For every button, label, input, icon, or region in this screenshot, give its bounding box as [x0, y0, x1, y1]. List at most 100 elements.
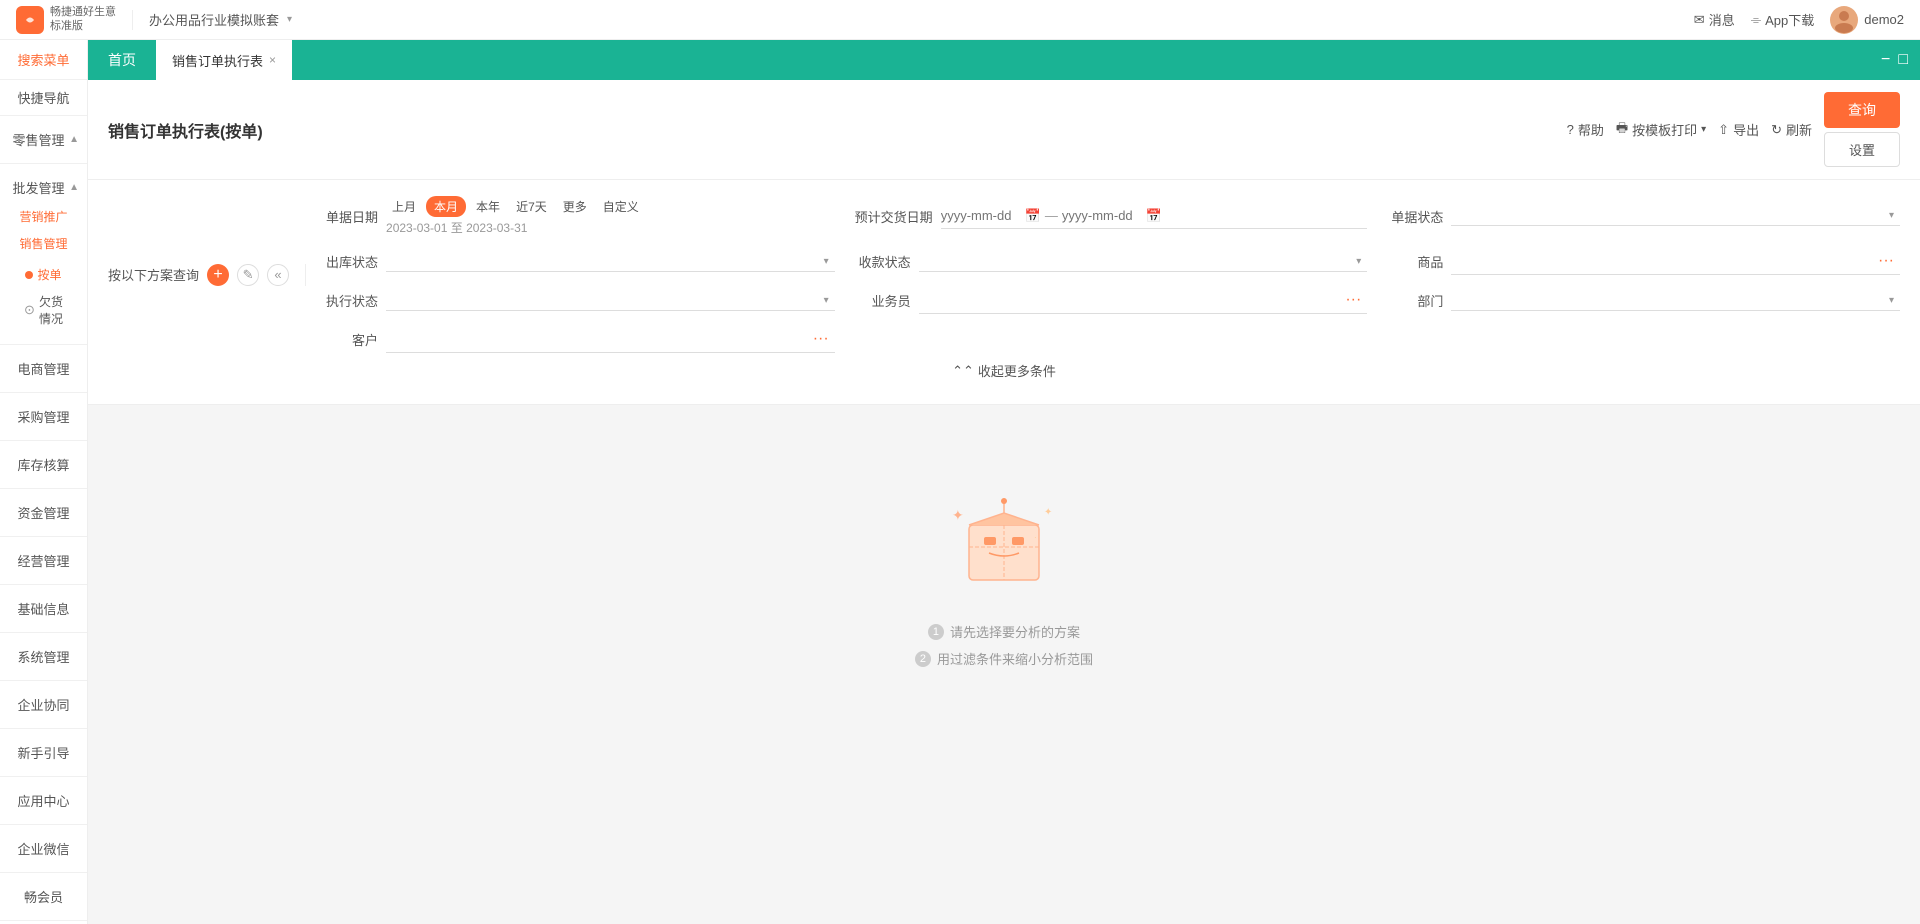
message-icon: ✉ [1694, 12, 1705, 28]
sidebar-item-finance[interactable]: 资金管理 [4, 497, 83, 528]
last7-btn[interactable]: 近7天 [510, 196, 553, 217]
app-title: 办公用品行业模拟账套 [149, 10, 279, 29]
page-title: 销售订单执行表(按单) [108, 118, 263, 142]
tab-close-icon[interactable]: × [269, 53, 276, 67]
sidebar-item-wechat[interactable]: 企业微信 [4, 833, 83, 864]
tab-active[interactable]: 销售订单执行表 × [156, 40, 292, 80]
status-select[interactable]: ▾ [1451, 206, 1900, 226]
status-arrow: ▾ [1889, 210, 1894, 221]
empty-illustration: ✦ ✦ · [944, 485, 1064, 598]
filter-salesperson: 业务员 ··· [855, 287, 1368, 314]
sidebar-section-newbie: 新手引导 [0, 729, 87, 777]
expected-date-start[interactable] [941, 208, 1021, 223]
tab-bar: 首页 销售订单执行表 × − □ [88, 40, 1920, 80]
sidebar-section-inventory: 库存核算 [0, 441, 87, 489]
filter-exec-status: 执行状态 ▾ [322, 287, 835, 314]
exec-status-label: 执行状态 [322, 291, 378, 310]
edit-scheme-btn[interactable]: ✎ [237, 264, 259, 286]
date-separator: — [1045, 208, 1058, 223]
export-action[interactable]: ⇧ 导出 [1718, 120, 1759, 139]
sidebar-item-vip[interactable]: 畅会员 [4, 881, 83, 912]
app-dropdown-icon[interactable]: ▾ [287, 14, 292, 25]
goods-more-btn[interactable]: ··· [1878, 252, 1894, 270]
sidebar-item-newbie[interactable]: 新手引导 [4, 737, 83, 768]
print-action[interactable]: 🖶 按模板打印 ▾ [1616, 119, 1706, 141]
app-download-action[interactable]: ⌯ App下载 [1751, 10, 1815, 29]
collapse-scheme-btn[interactable]: « [267, 264, 289, 286]
by-order-dot [25, 271, 33, 279]
collapse-btn[interactable]: ⌃⌃ 收起更多条件 [108, 353, 1900, 388]
refresh-action[interactable]: ↻ 刷新 [1771, 120, 1812, 139]
sidebar-item-system[interactable]: 系统管理 [4, 641, 83, 672]
tab-maximize-icon[interactable]: □ [1898, 51, 1908, 69]
top-bar: 畅捷通好生意 标准版 办公用品行业模拟账套 ▾ ✉ 消息 ⌯ App下载 dem… [0, 0, 1920, 40]
sidebar-item-procurement[interactable]: 采购管理 [4, 401, 83, 432]
receive-status-select[interactable]: ▾ [919, 252, 1368, 272]
department-select[interactable]: ▾ [1451, 291, 1900, 311]
sidebar-item-wholesale[interactable]: 批发管理 ▲ [4, 172, 83, 203]
search-menu-label[interactable]: 搜索菜单 [17, 50, 69, 69]
sidebar-section-wechat: 企业微信 [0, 825, 87, 873]
salesperson-more-btn[interactable]: ··· [1345, 291, 1361, 309]
filter-out-status: 出库状态 ▾ [322, 248, 835, 275]
scheme-section: 按以下方案查询 + ✎ « [108, 264, 306, 286]
customer-more-btn[interactable]: ··· [813, 330, 829, 348]
tab-minimize-icon[interactable]: − [1881, 51, 1890, 69]
more-btn[interactable]: 更多 [557, 196, 593, 217]
wholesale-arrow: ▲ [69, 182, 79, 193]
filter-row-2: 出库状态 ▾ 收款状态 ▾ [322, 248, 1900, 275]
last-month-btn[interactable]: 上月 [386, 196, 422, 217]
receive-status-label: 收款状态 [855, 252, 911, 271]
filter-row-1: 单据日期 上月 本月 本年 近7天 更多 自定义 [322, 196, 1900, 236]
sidebar-item-apps[interactable]: 应用中心 [4, 785, 83, 816]
exec-status-arrow: ▾ [824, 295, 829, 306]
sidebar-item-operations[interactable]: 经营管理 [4, 545, 83, 576]
salesperson-label: 业务员 [855, 291, 911, 310]
avatar [1830, 6, 1858, 34]
tab-home[interactable]: 首页 [88, 40, 156, 80]
user-area[interactable]: demo2 [1830, 6, 1904, 34]
filter-status: 单据状态 ▾ [1387, 196, 1900, 236]
sidebar-sub-sales[interactable]: 销售管理 [4, 230, 83, 257]
sidebar-item-basic[interactable]: 基础信息 [4, 593, 83, 624]
sidebar-item-ecommerce[interactable]: 电商管理 [4, 353, 83, 384]
quick-nav[interactable]: 快捷导航 [0, 80, 87, 116]
sidebar-item-enterprise[interactable]: 企业协同 [4, 689, 83, 720]
sidebar-section-ecommerce: 电商管理 [0, 345, 87, 393]
quick-nav-label[interactable]: 快捷导航 [17, 91, 69, 106]
sidebar-sub-by-order[interactable]: 按单 [16, 261, 71, 288]
sidebar-item-inventory[interactable]: 库存核算 [4, 449, 83, 480]
date-quick-btns: 上月 本月 本年 近7天 更多 自定义 [386, 196, 835, 217]
out-status-select[interactable]: ▾ [386, 252, 835, 272]
message-action[interactable]: ✉ 消息 [1694, 10, 1735, 29]
exec-status-select[interactable]: ▾ [386, 291, 835, 311]
this-month-btn[interactable]: 本月 [426, 196, 466, 217]
add-scheme-btn[interactable]: + [207, 264, 229, 286]
query-button[interactable]: 查询 [1824, 92, 1900, 128]
sidebar-section-system: 系统管理 [0, 633, 87, 681]
settings-button[interactable]: 设置 [1824, 132, 1900, 167]
filter-department: 部门 ▾ [1387, 287, 1900, 314]
svg-text:✦: ✦ [1044, 507, 1052, 518]
expected-date-end[interactable] [1062, 208, 1142, 223]
sidebar-section-wholesale: 批发管理 ▲ 营销推广 销售管理 按单 ⊙ 欠货情况 [0, 164, 87, 345]
sidebar-section-procurement: 采购管理 [0, 393, 87, 441]
this-year-btn[interactable]: 本年 [470, 196, 506, 217]
sidebar-search[interactable]: 搜索菜单 [0, 40, 87, 80]
sidebar-sub-marketing[interactable]: 营销推广 [4, 203, 83, 230]
customer-label: 客户 [322, 330, 378, 349]
help-action[interactable]: ? 帮助 [1567, 120, 1604, 139]
custom-btn[interactable]: 自定义 [597, 196, 645, 217]
filter-area: 按以下方案查询 + ✎ « 单据日期 [88, 180, 1920, 405]
sidebar-item-retail[interactable]: 零售管理 ▲ [4, 124, 83, 155]
filter-customer: 客户 ··· [322, 326, 835, 353]
print-icon: 🖶 [1616, 119, 1628, 141]
top-bar-left: 畅捷通好生意 标准版 办公用品行业模拟账套 ▾ [16, 6, 292, 34]
active-tab-label: 销售订单执行表 [172, 51, 263, 70]
page-content: 销售订单执行表(按单) ? 帮助 🖶 按模板打印 ▾ ⇧ 导出 [88, 80, 1920, 924]
help-icon: ? [1567, 122, 1574, 137]
filter-receive-status: 收款状态 ▾ [855, 248, 1368, 275]
filter-expected-date: 预计交货日期 📅 — 📅 [855, 196, 1368, 236]
sidebar-sub-backorder[interactable]: ⊙ 欠货情况 [16, 288, 71, 332]
sub-sub-items: 按单 ⊙ 欠货情况 [4, 257, 83, 336]
